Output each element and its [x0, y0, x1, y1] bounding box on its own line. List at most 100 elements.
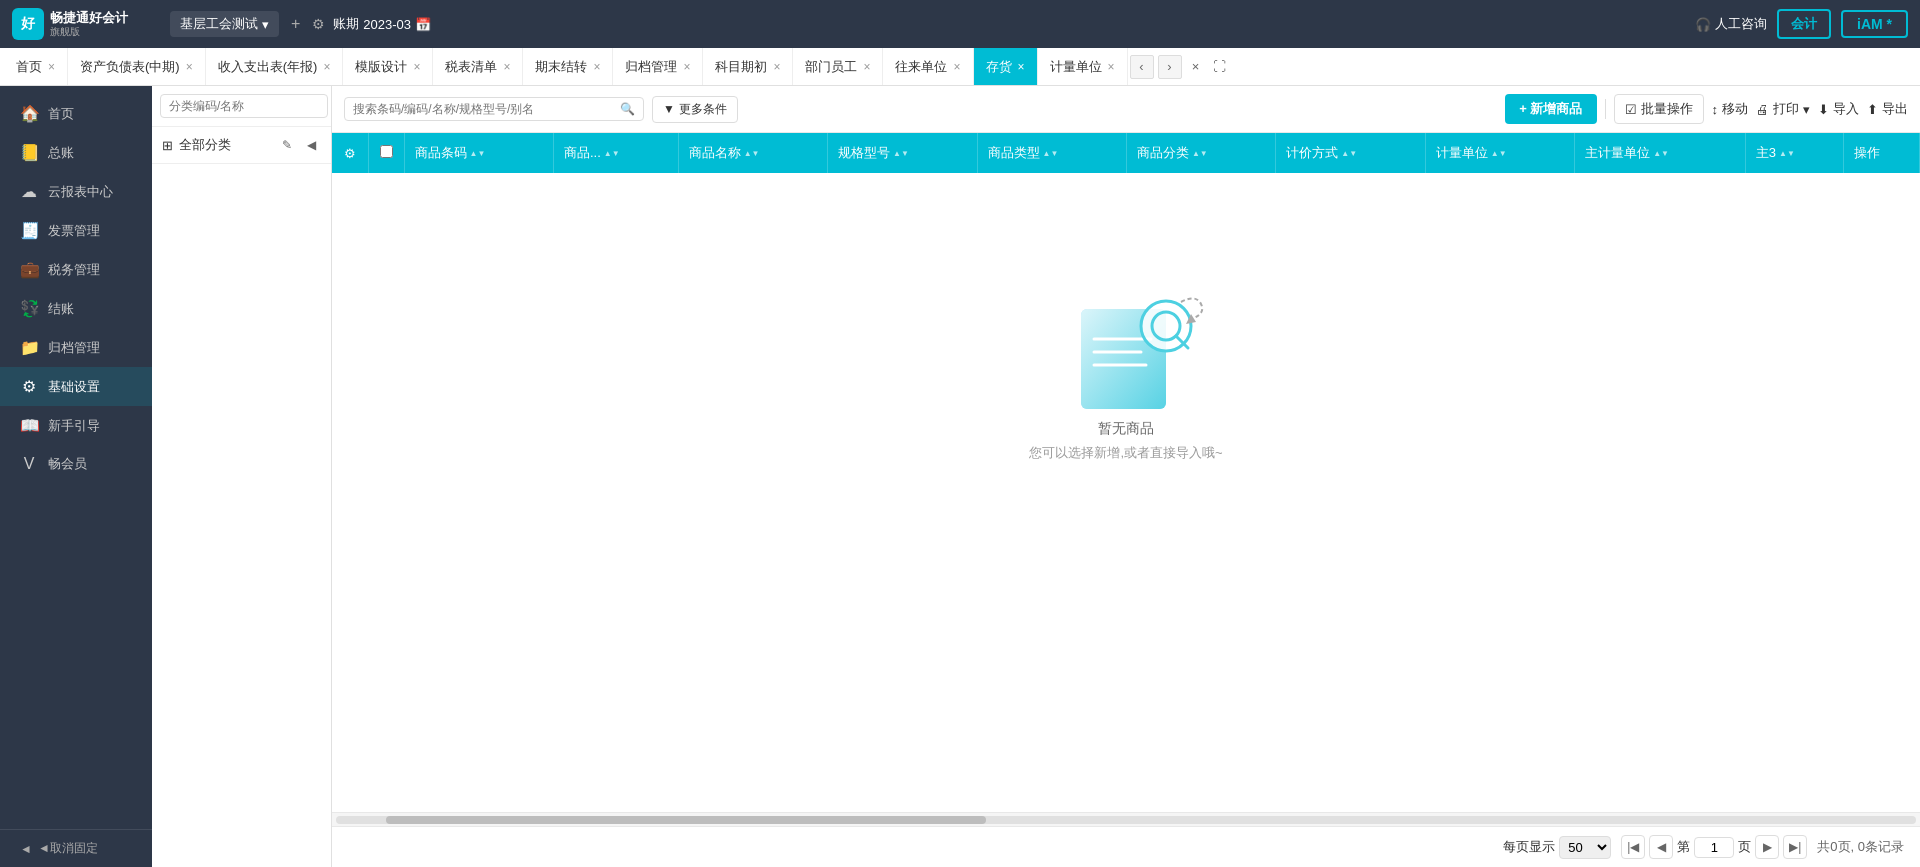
- sidebar-item-guide[interactable]: 📖 新手引导: [0, 406, 152, 445]
- current-page-input[interactable]: [1694, 837, 1734, 858]
- company-selector[interactable]: 基层工会测试 ▾: [170, 11, 279, 37]
- th-code[interactable]: 商品... ▲▼: [553, 133, 678, 173]
- period-info: 账期 2023-03 📅: [333, 15, 431, 33]
- tab-balance-sheet[interactable]: 资产负债表(中期) ×: [68, 48, 206, 86]
- empty-subtitle: 您可以选择新增,或者直接导入哦~: [1029, 444, 1222, 462]
- prev-page-button[interactable]: ◀: [1649, 835, 1673, 859]
- customer-service-button[interactable]: 🎧 人工咨询: [1695, 15, 1767, 33]
- batch-operation-button[interactable]: ☑ 批量操作: [1614, 94, 1704, 124]
- category-all-label[interactable]: 全部分类: [179, 136, 231, 154]
- iam-button[interactable]: iAM *: [1841, 10, 1908, 38]
- th-settings[interactable]: ⚙: [332, 133, 368, 173]
- sidebar-item-home[interactable]: 🏠 首页: [0, 94, 152, 133]
- th-category-label: 商品分类: [1137, 144, 1189, 162]
- tab-inventory[interactable]: 存货 ×: [974, 48, 1038, 86]
- tab-close-icon[interactable]: ×: [186, 60, 193, 74]
- th-col3[interactable]: 主3 ▲▼: [1745, 133, 1843, 173]
- tab-close-all-button[interactable]: ×: [1184, 55, 1208, 79]
- sidebar-item-ledger[interactable]: 📒 总账: [0, 133, 152, 172]
- content-area: 🔍 ⊞ 全部分类 ✎ ◀ 🔍: [152, 86, 1920, 867]
- tab-close-icon[interactable]: ×: [593, 60, 600, 74]
- sort-arrows-type: ▲▼: [1043, 149, 1059, 158]
- tab-close-icon[interactable]: ×: [323, 60, 330, 74]
- import-button[interactable]: ⬇ 导入: [1818, 100, 1859, 118]
- th-type[interactable]: 商品类型 ▲▼: [977, 133, 1126, 173]
- th-barcode[interactable]: 商品条码 ▲▼: [404, 133, 553, 173]
- tab-department-staff[interactable]: 部门员工 ×: [793, 48, 883, 86]
- tab-period-closing[interactable]: 期末结转 ×: [523, 48, 613, 86]
- sidebar: 🏠 首页 📒 总账 ☁ 云报表中心 🧾 发票管理 💼 税务管理 💱 结账 📁 归…: [0, 86, 152, 867]
- th-main-unit[interactable]: 主计量单位 ▲▼: [1575, 133, 1746, 173]
- tab-close-icon[interactable]: ×: [953, 60, 960, 74]
- tab-income-statement[interactable]: 收入支出表(年报) ×: [206, 48, 344, 86]
- sidebar-item-member[interactable]: V 畅会员: [0, 445, 152, 483]
- tab-close-icon[interactable]: ×: [683, 60, 690, 74]
- th-category[interactable]: 商品分类 ▲▼: [1126, 133, 1275, 173]
- export-button[interactable]: ⬆ 导出: [1867, 100, 1908, 118]
- right-panel: 🔍 ▼ 更多条件 + 新增商品 ☑ 批量操作 ↕: [332, 86, 1920, 867]
- filter-button[interactable]: ▼ 更多条件: [652, 96, 738, 123]
- th-name[interactable]: 商品名称 ▲▼: [678, 133, 827, 173]
- tab-expand-button[interactable]: ⛶: [1208, 55, 1232, 79]
- category-edit-icon[interactable]: ✎: [277, 135, 297, 155]
- tab-nav-next-button[interactable]: ›: [1158, 55, 1182, 79]
- page-size-select[interactable]: 10 20 50 100: [1559, 836, 1611, 859]
- tab-tax-list[interactable]: 税表清单 ×: [433, 48, 523, 86]
- tab-archive-management[interactable]: 归档管理 ×: [613, 48, 703, 86]
- import-label: 导入: [1833, 100, 1859, 118]
- scrollbar-thumb[interactable]: [386, 816, 986, 824]
- sidebar-item-archive[interactable]: 📁 归档管理: [0, 328, 152, 367]
- tab-contacts[interactable]: 往来单位 ×: [883, 48, 973, 86]
- tab-close-icon[interactable]: ×: [1018, 60, 1025, 74]
- settings-cog-icon[interactable]: ⚙: [312, 16, 325, 32]
- new-product-button[interactable]: + 新增商品: [1505, 94, 1596, 124]
- app-sub: 旗舰版: [50, 26, 128, 38]
- sidebar-unpin-button[interactable]: ◄ ◄取消固定: [0, 829, 152, 867]
- add-tab-button[interactable]: +: [291, 15, 300, 33]
- sort-arrows-barcode: ▲▼: [470, 149, 486, 158]
- sort-arrows-price: ▲▼: [1341, 149, 1357, 158]
- tab-close-icon[interactable]: ×: [863, 60, 870, 74]
- sidebar-item-label: 总账: [48, 144, 74, 162]
- grid-icon: ⊞: [162, 138, 173, 153]
- th-name-label: 商品名称: [689, 144, 741, 162]
- tab-label: 科目期初: [715, 58, 767, 76]
- logo-area: 好 畅捷通好会计 旗舰版: [12, 8, 162, 40]
- last-page-button[interactable]: ▶|: [1783, 835, 1807, 859]
- tab-template-design[interactable]: 模版设计 ×: [343, 48, 433, 86]
- tab-close-icon[interactable]: ×: [773, 60, 780, 74]
- tab-close-icon[interactable]: ×: [48, 60, 55, 74]
- first-page-button[interactable]: |◀: [1621, 835, 1645, 859]
- tab-close-icon[interactable]: ×: [413, 60, 420, 74]
- sidebar-item-closing[interactable]: 💱 结账: [0, 289, 152, 328]
- th-price-method[interactable]: 计价方式 ▲▼: [1276, 133, 1425, 173]
- select-all-checkbox[interactable]: [380, 145, 393, 158]
- next-page-button[interactable]: ▶: [1755, 835, 1779, 859]
- sidebar-item-tax[interactable]: 💼 税务管理: [0, 250, 152, 289]
- th-spec[interactable]: 规格型号 ▲▼: [828, 133, 977, 173]
- horizontal-scrollbar[interactable]: [332, 812, 1920, 826]
- tab-close-icon[interactable]: ×: [503, 60, 510, 74]
- tab-close-icon[interactable]: ×: [1108, 60, 1115, 74]
- tab-homepage[interactable]: 首页 ×: [4, 48, 68, 86]
- category-search-input[interactable]: [160, 94, 328, 118]
- th-checkbox[interactable]: [368, 133, 404, 173]
- sidebar-item-invoice[interactable]: 🧾 发票管理: [0, 211, 152, 250]
- print-button[interactable]: 🖨 打印 ▾: [1756, 100, 1810, 118]
- tab-label: 首页: [16, 58, 42, 76]
- tab-unit-measure[interactable]: 计量单位 ×: [1038, 48, 1128, 86]
- app-title: 畅捷通好会计: [50, 10, 128, 26]
- scrollbar-track[interactable]: [336, 816, 1916, 824]
- move-button[interactable]: ↕ 移动: [1712, 100, 1749, 118]
- filter-icon: ▼: [663, 102, 675, 116]
- th-unit[interactable]: 计量单位 ▲▼: [1425, 133, 1574, 173]
- sidebar-item-reports[interactable]: ☁ 云报表中心: [0, 172, 152, 211]
- pagination-bar: 每页显示 10 20 50 100 |◀ ◀ 第 页: [332, 826, 1920, 867]
- sidebar-item-settings[interactable]: ⚙ 基础设置: [0, 367, 152, 406]
- tab-subject-initial[interactable]: 科目期初 ×: [703, 48, 793, 86]
- tab-nav-prev-button[interactable]: ‹: [1130, 55, 1154, 79]
- user-role-button[interactable]: 会计: [1777, 9, 1831, 39]
- product-search-input[interactable]: [353, 102, 616, 116]
- calendar-icon[interactable]: 📅: [415, 17, 431, 32]
- category-collapse-icon[interactable]: ◀: [301, 135, 321, 155]
